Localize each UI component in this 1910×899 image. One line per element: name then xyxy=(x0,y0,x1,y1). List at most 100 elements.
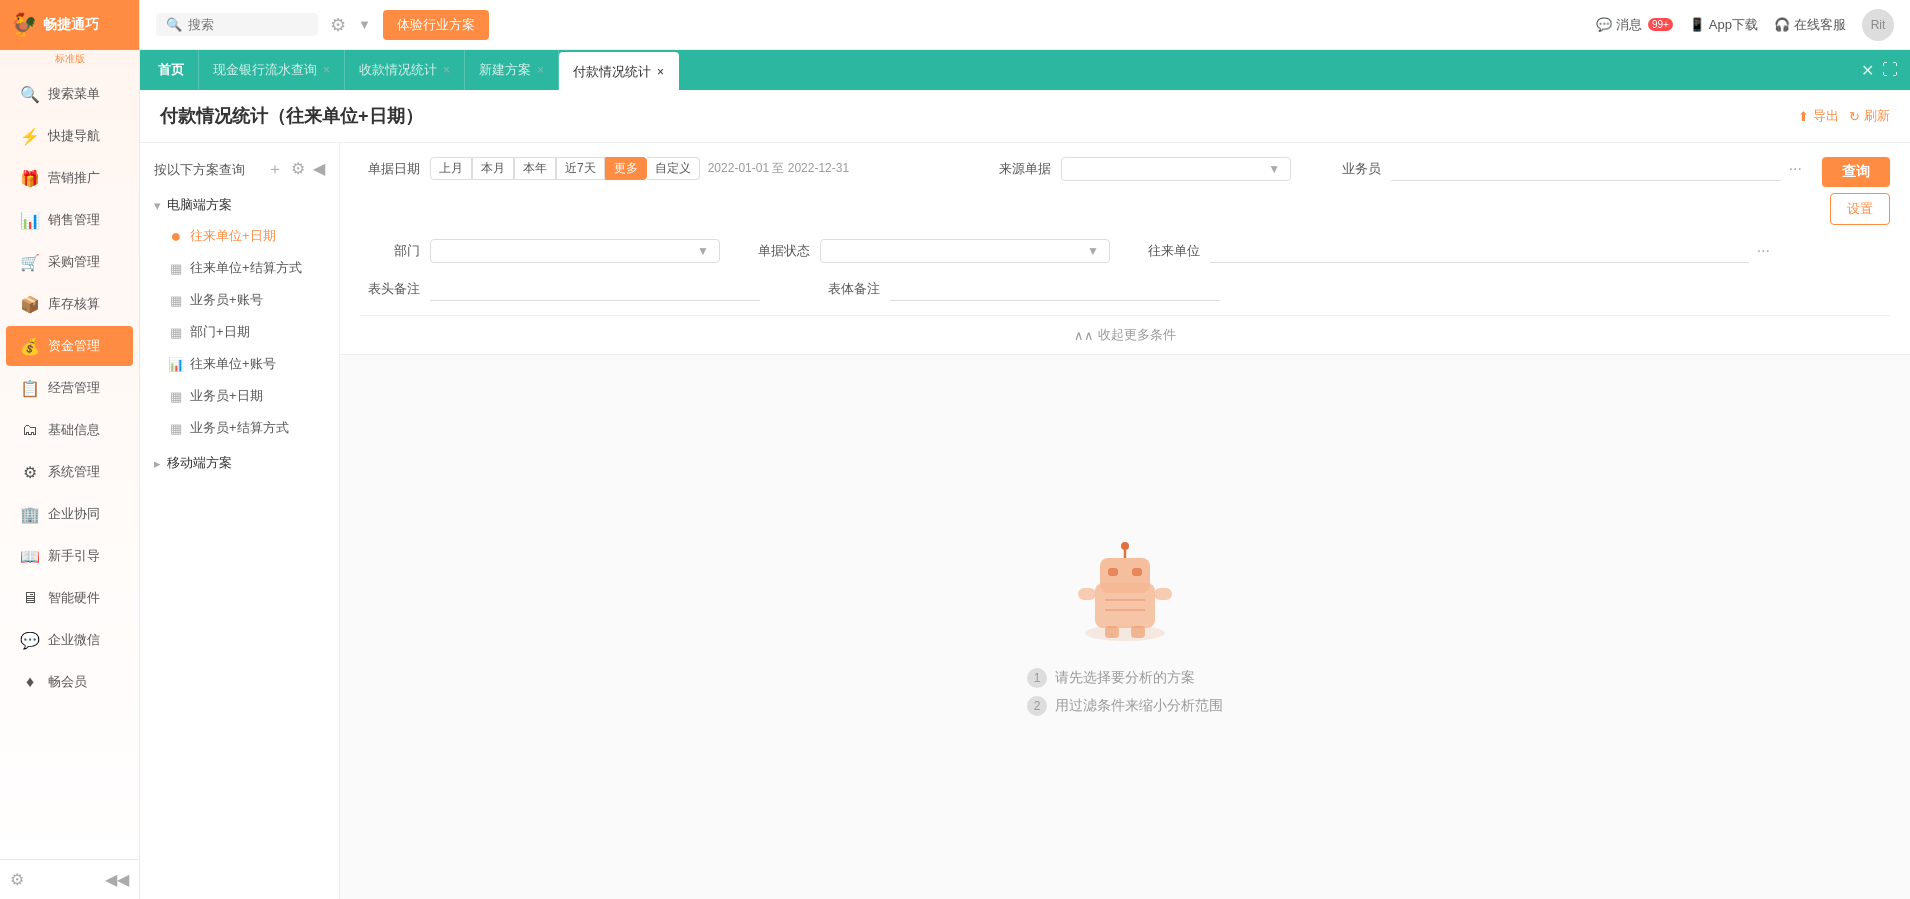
close-tab-action[interactable]: ✕ xyxy=(1861,61,1874,80)
date-btn-more[interactable]: 更多 xyxy=(605,157,647,180)
export-label: 导出 xyxy=(1813,107,1839,125)
sidebar-item-basic[interactable]: 🗂 基础信息 xyxy=(6,410,133,450)
staff-dots-icon[interactable]: ··· xyxy=(1789,160,1802,178)
online-service-label: 在线客服 xyxy=(1794,16,1846,34)
maximize-tab-action[interactable]: ⛶ xyxy=(1882,61,1898,79)
tab-receivable-close[interactable]: × xyxy=(443,63,450,77)
date-btn-this-year[interactable]: 本年 xyxy=(514,157,556,180)
date-btn-custom[interactable]: 自定义 xyxy=(647,157,700,180)
sidebar-item-finance[interactable]: 💰 资金管理 xyxy=(6,326,133,366)
app-download-item[interactable]: 📱 App下载 xyxy=(1689,16,1758,34)
date-btn-last-month[interactable]: 上月 xyxy=(430,157,472,180)
date-range-text: 2022-01-01 至 2022-12-31 xyxy=(708,160,849,177)
sidebar-settings-icon[interactable]: ⚙ xyxy=(10,870,24,889)
sidebar-item-system[interactable]: ⚙ 系统管理 xyxy=(6,452,133,492)
empty-tips: 1 请先选择要分析的方案 2 用过滤条件来缩小分析范围 xyxy=(1027,668,1223,716)
trial-button[interactable]: 体验行业方案 xyxy=(383,10,489,40)
scheme-item-staff-date[interactable]: ▦ 业务员+日期 xyxy=(140,380,339,412)
sidebar-collapse-icon[interactable]: ◀◀ xyxy=(105,870,129,889)
sidebar-item-label-purchase: 采购管理 xyxy=(48,253,100,271)
sidebar-item-member[interactable]: ♦ 畅会员 xyxy=(6,662,133,702)
refresh-button[interactable]: ↻ 刷新 xyxy=(1849,107,1890,125)
svg-rect-12 xyxy=(1131,626,1145,638)
source-select[interactable]: ▼ xyxy=(1061,157,1291,181)
sidebar-item-quick-nav[interactable]: ⚡ 快捷导航 xyxy=(6,116,133,156)
date-btn-7days[interactable]: 近7天 xyxy=(556,157,605,180)
svg-rect-7 xyxy=(1078,588,1096,600)
tab-receivable[interactable]: 收款情况统计 × xyxy=(345,50,465,90)
message-item[interactable]: 💬 消息 99+ xyxy=(1596,16,1673,34)
scheme-item-vendor-date[interactable]: ● 往来单位+日期 xyxy=(140,220,339,252)
scheme-header-label: 按以下方案查询 xyxy=(154,161,245,179)
settings-button[interactable]: 设置 xyxy=(1830,193,1890,225)
svg-rect-4 xyxy=(1132,568,1142,576)
sidebar-item-label-sales: 销售管理 xyxy=(48,211,100,229)
query-button[interactable]: 查询 xyxy=(1822,157,1890,187)
sidebar-item-label-hardware: 智能硬件 xyxy=(48,589,100,607)
scheme-item-staff-account[interactable]: ▦ 业务员+账号 xyxy=(140,284,339,316)
tab-home-label: 首页 xyxy=(158,61,184,79)
vendor-dots-icon[interactable]: ··· xyxy=(1757,242,1770,260)
tab-bank-close[interactable]: × xyxy=(323,63,330,77)
sidebar-item-purchase[interactable]: 🛒 采购管理 xyxy=(6,242,133,282)
header-search-box[interactable]: 🔍 xyxy=(156,13,318,36)
sidebar-item-icon-system: ⚙ xyxy=(20,462,40,482)
scheme-collapse-icon[interactable]: ◀ xyxy=(313,159,325,180)
collapse-button[interactable]: ∧∧ 收起更多条件 xyxy=(1074,326,1176,344)
sidebar-item-icon-finance: 💰 xyxy=(20,336,40,356)
tab-bank[interactable]: 现金银行流水查询 × xyxy=(199,50,345,90)
header-dropdown-icon[interactable]: ▼ xyxy=(358,17,371,32)
scheme-group-mobile-header[interactable]: ▸ 移动端方案 xyxy=(140,448,339,478)
source-label: 来源单据 xyxy=(991,160,1051,178)
search-input[interactable] xyxy=(188,17,308,32)
sidebar-item-label-finance: 资金管理 xyxy=(48,337,100,355)
sidebar-item-marketing[interactable]: 🎁 营销推广 xyxy=(6,158,133,198)
user-avatar[interactable]: Rit xyxy=(1862,9,1894,41)
sidebar-item-label-wechat: 企业微信 xyxy=(48,631,100,649)
tab-home[interactable]: 首页 xyxy=(144,50,199,90)
vendor-input[interactable] xyxy=(1210,239,1749,263)
scheme-item-active-icon: ● xyxy=(168,228,184,244)
scheme-group-mobile-label: 移动端方案 xyxy=(167,454,232,472)
date-btn-this-month[interactable]: 本月 xyxy=(472,157,514,180)
sidebar-item-operation[interactable]: 📋 经营管理 xyxy=(6,368,133,408)
scheme-group-pc-arrow: ▾ xyxy=(154,198,161,213)
sidebar-item-hardware[interactable]: 🖥 智能硬件 xyxy=(6,578,133,618)
scheme-group-pc-header[interactable]: ▾ 电脑端方案 xyxy=(140,190,339,220)
logo-icon: 🐓 xyxy=(10,12,37,38)
message-badge: 99+ xyxy=(1648,18,1673,31)
bill-status-select[interactable]: ▼ xyxy=(820,239,1110,263)
header-settings-icon[interactable]: ⚙ xyxy=(330,14,346,36)
tab-new-scheme-close[interactable]: × xyxy=(537,63,544,77)
empty-illustration xyxy=(1070,538,1180,648)
tip-num-1: 1 xyxy=(1027,668,1047,688)
sidebar-item-guide[interactable]: 📖 新手引导 xyxy=(6,536,133,576)
filter-vendor: 往来单位 ··· xyxy=(1140,239,1770,263)
sidebar-item-search[interactable]: 🔍 搜索菜单 xyxy=(6,74,133,114)
tab-payment-close[interactable]: × xyxy=(657,65,664,79)
remark-body-input[interactable] xyxy=(890,277,1220,301)
scheme-item-staff-settle[interactable]: ▦ 业务员+结算方式 xyxy=(140,412,339,444)
export-button[interactable]: ⬆ 导出 xyxy=(1798,107,1839,125)
sidebar-item-label-system: 系统管理 xyxy=(48,463,100,481)
tab-new-scheme[interactable]: 新建方案 × xyxy=(465,50,559,90)
scheme-item-dept-date[interactable]: ▦ 部门+日期 xyxy=(140,316,339,348)
sidebar-item-inventory[interactable]: 📦 库存核算 xyxy=(6,284,133,324)
tab-payment[interactable]: 付款情况统计 × xyxy=(559,52,679,92)
filter-row-2: 部门 ▼ 单据状态 ▼ xyxy=(360,239,1890,263)
staff-input[interactable] xyxy=(1391,157,1781,181)
scheme-item-vendor-settle[interactable]: ▦ 往来单位+结算方式 xyxy=(140,252,339,284)
sidebar-item-icon-member: ♦ xyxy=(20,672,40,692)
tab-bar: 首页 现金银行流水查询 × 收款情况统计 × 新建方案 × 付款情况统计 × ✕… xyxy=(140,50,1910,90)
sidebar-item-wechat[interactable]: 💬 企业微信 xyxy=(6,620,133,660)
dept-select[interactable]: ▼ xyxy=(430,239,720,263)
online-service-item[interactable]: 🎧 在线客服 xyxy=(1774,16,1846,34)
remark-header-input[interactable] xyxy=(430,277,760,301)
scheme-settings-icon[interactable]: ⚙ xyxy=(291,159,305,180)
scheme-item-staff-settle-label: 业务员+结算方式 xyxy=(190,419,289,437)
scheme-add-icon[interactable]: ＋ xyxy=(267,159,283,180)
scheme-item-vendor-account[interactable]: 📊 往来单位+账号 xyxy=(140,348,339,380)
scheme-sidebar-header: 按以下方案查询 ＋ ⚙ ◀ xyxy=(140,153,339,190)
sidebar-item-sales[interactable]: 📊 销售管理 xyxy=(6,200,133,240)
sidebar-item-enterprise[interactable]: 🏢 企业协同 xyxy=(6,494,133,534)
